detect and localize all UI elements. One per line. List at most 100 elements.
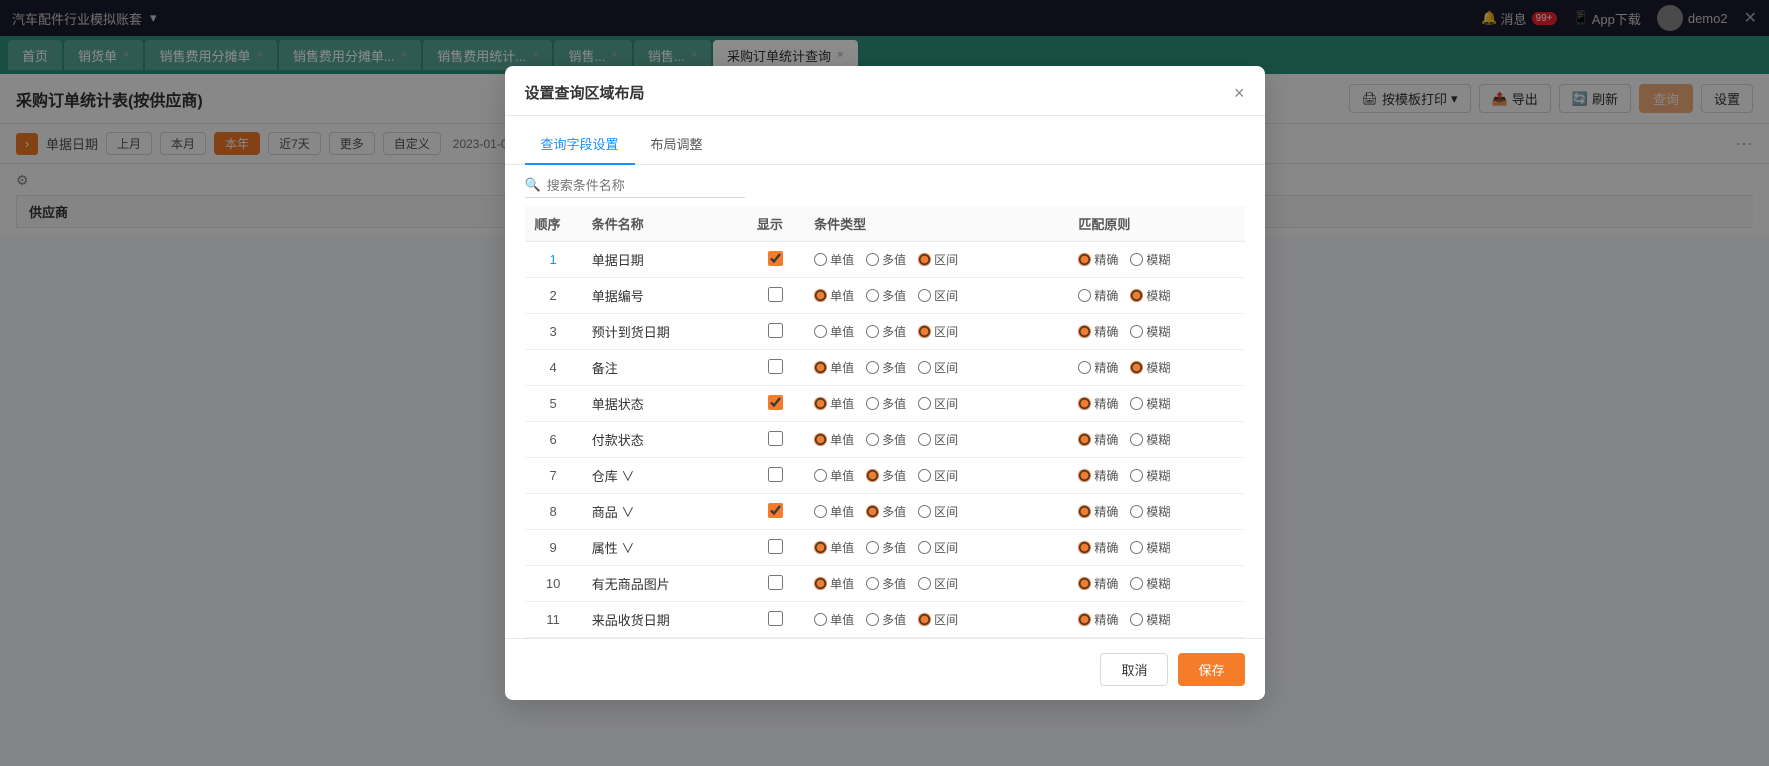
match-option-模糊[interactable]: 模糊 xyxy=(1130,395,1170,412)
row-display-11[interactable] xyxy=(747,602,804,638)
save-button[interactable]: 保存 xyxy=(1178,653,1244,686)
row-display-10[interactable] xyxy=(747,566,804,602)
row-match-4: 精确模糊 xyxy=(1068,350,1244,386)
type-option-区间[interactable]: 区间 xyxy=(918,395,958,412)
row-display-9[interactable] xyxy=(747,530,804,566)
type-option-多值[interactable]: 多值 xyxy=(866,539,906,556)
match-option-模糊[interactable]: 模糊 xyxy=(1130,575,1170,592)
type-option-单值[interactable]: 单值 xyxy=(814,431,854,448)
match-option-模糊[interactable]: 模糊 xyxy=(1130,323,1170,340)
row-display-3[interactable] xyxy=(747,314,804,350)
dialog-close-btn[interactable]: × xyxy=(1234,84,1245,102)
type-option-单值[interactable]: 单值 xyxy=(814,359,854,376)
match-option-精确[interactable]: 精确 xyxy=(1078,323,1118,340)
type-option-区间[interactable]: 区间 xyxy=(918,611,958,628)
display-checkbox-6[interactable] xyxy=(768,431,783,446)
row-display-1[interactable] xyxy=(747,242,804,278)
row-match-11: 精确模糊 xyxy=(1068,602,1244,638)
type-option-单值[interactable]: 单值 xyxy=(814,251,854,268)
display-checkbox-11[interactable] xyxy=(768,611,783,626)
table-row: 11来品收货日期单值多值区间精确模糊 xyxy=(525,602,1245,638)
row-display-4[interactable] xyxy=(747,350,804,386)
type-option-区间[interactable]: 区间 xyxy=(918,251,958,268)
dialog-search-area: 🔍 xyxy=(505,165,1265,206)
type-option-区间[interactable]: 区间 xyxy=(918,575,958,592)
type-option-区间[interactable]: 区间 xyxy=(918,431,958,448)
match-option-模糊[interactable]: 模糊 xyxy=(1130,503,1170,520)
type-option-多值[interactable]: 多值 xyxy=(866,395,906,412)
type-option-多值[interactable]: 多值 xyxy=(866,251,906,268)
display-checkbox-10[interactable] xyxy=(768,575,783,590)
match-option-模糊[interactable]: 模糊 xyxy=(1130,287,1170,304)
type-option-多值[interactable]: 多值 xyxy=(866,503,906,520)
type-option-区间[interactable]: 区间 xyxy=(918,539,958,556)
match-option-模糊[interactable]: 模糊 xyxy=(1130,431,1170,448)
search-wrapper: 🔍 xyxy=(525,177,745,198)
display-checkbox-3[interactable] xyxy=(768,323,783,338)
match-option-精确[interactable]: 精确 xyxy=(1078,395,1118,412)
display-checkbox-9[interactable] xyxy=(768,539,783,554)
dialog-overlay: 设置查询区域布局 × 查询字段设置 布局调整 🔍 顺序 xyxy=(0,0,1769,766)
row-type-10: 单值多值区间 xyxy=(804,566,1068,602)
type-option-区间[interactable]: 区间 xyxy=(918,323,958,340)
row-order-11: 11 xyxy=(525,602,582,638)
type-option-多值[interactable]: 多值 xyxy=(866,611,906,628)
match-option-精确[interactable]: 精确 xyxy=(1078,503,1118,520)
type-option-区间[interactable]: 区间 xyxy=(918,503,958,520)
row-display-8[interactable] xyxy=(747,494,804,530)
match-option-精确[interactable]: 精确 xyxy=(1078,611,1118,628)
type-option-单值[interactable]: 单值 xyxy=(814,575,854,592)
match-option-精确[interactable]: 精确 xyxy=(1078,359,1118,376)
type-option-多值[interactable]: 多值 xyxy=(866,431,906,448)
type-option-单值[interactable]: 单值 xyxy=(814,611,854,628)
type-option-多值[interactable]: 多值 xyxy=(866,467,906,484)
th-name: 条件名称 xyxy=(582,206,747,242)
table-row: 3预计到货日期单值多值区间精确模糊 xyxy=(525,314,1245,350)
type-option-多值[interactable]: 多值 xyxy=(866,359,906,376)
display-checkbox-7[interactable] xyxy=(768,467,783,482)
row-match-6: 精确模糊 xyxy=(1068,422,1244,458)
row-name-1: 单据日期 xyxy=(582,242,747,278)
match-option-精确[interactable]: 精确 xyxy=(1078,539,1118,556)
type-option-单值[interactable]: 单值 xyxy=(814,287,854,304)
type-option-区间[interactable]: 区间 xyxy=(918,359,958,376)
type-option-多值[interactable]: 多值 xyxy=(866,575,906,592)
display-checkbox-1[interactable] xyxy=(768,251,783,266)
match-option-模糊[interactable]: 模糊 xyxy=(1130,359,1170,376)
row-display-2[interactable] xyxy=(747,278,804,314)
type-option-单值[interactable]: 单值 xyxy=(814,395,854,412)
search-icon: 🔍 xyxy=(525,177,541,193)
type-option-单值[interactable]: 单值 xyxy=(814,539,854,556)
row-name-7: 仓库 ∨ xyxy=(582,458,747,494)
display-checkbox-5[interactable] xyxy=(768,395,783,410)
match-option-精确[interactable]: 精确 xyxy=(1078,467,1118,484)
display-checkbox-4[interactable] xyxy=(768,359,783,374)
row-order-3: 3 xyxy=(525,314,582,350)
match-option-模糊[interactable]: 模糊 xyxy=(1130,467,1170,484)
match-option-精确[interactable]: 精确 xyxy=(1078,287,1118,304)
row-display-6[interactable] xyxy=(747,422,804,458)
match-option-精确[interactable]: 精确 xyxy=(1078,431,1118,448)
search-input[interactable] xyxy=(547,178,727,193)
type-option-区间[interactable]: 区间 xyxy=(918,467,958,484)
display-checkbox-8[interactable] xyxy=(768,503,783,518)
dialog-tab-layout[interactable]: 布局调整 xyxy=(635,128,719,165)
type-option-区间[interactable]: 区间 xyxy=(918,287,958,304)
match-option-模糊[interactable]: 模糊 xyxy=(1130,539,1170,556)
type-option-多值[interactable]: 多值 xyxy=(866,323,906,340)
row-display-7[interactable] xyxy=(747,458,804,494)
type-option-单值[interactable]: 单值 xyxy=(814,467,854,484)
row-display-5[interactable] xyxy=(747,386,804,422)
match-option-精确[interactable]: 精确 xyxy=(1078,251,1118,268)
type-option-多值[interactable]: 多值 xyxy=(866,287,906,304)
type-option-单值[interactable]: 单值 xyxy=(814,503,854,520)
match-option-模糊[interactable]: 模糊 xyxy=(1130,611,1170,628)
dialog-tab-field-settings[interactable]: 查询字段设置 xyxy=(525,128,635,165)
match-option-精确[interactable]: 精确 xyxy=(1078,575,1118,592)
cancel-button[interactable]: 取消 xyxy=(1100,653,1168,686)
display-checkbox-2[interactable] xyxy=(768,287,783,302)
row-match-1: 精确模糊 xyxy=(1068,242,1244,278)
match-option-模糊[interactable]: 模糊 xyxy=(1130,251,1170,268)
type-option-单值[interactable]: 单值 xyxy=(814,323,854,340)
row-type-4: 单值多值区间 xyxy=(804,350,1068,386)
